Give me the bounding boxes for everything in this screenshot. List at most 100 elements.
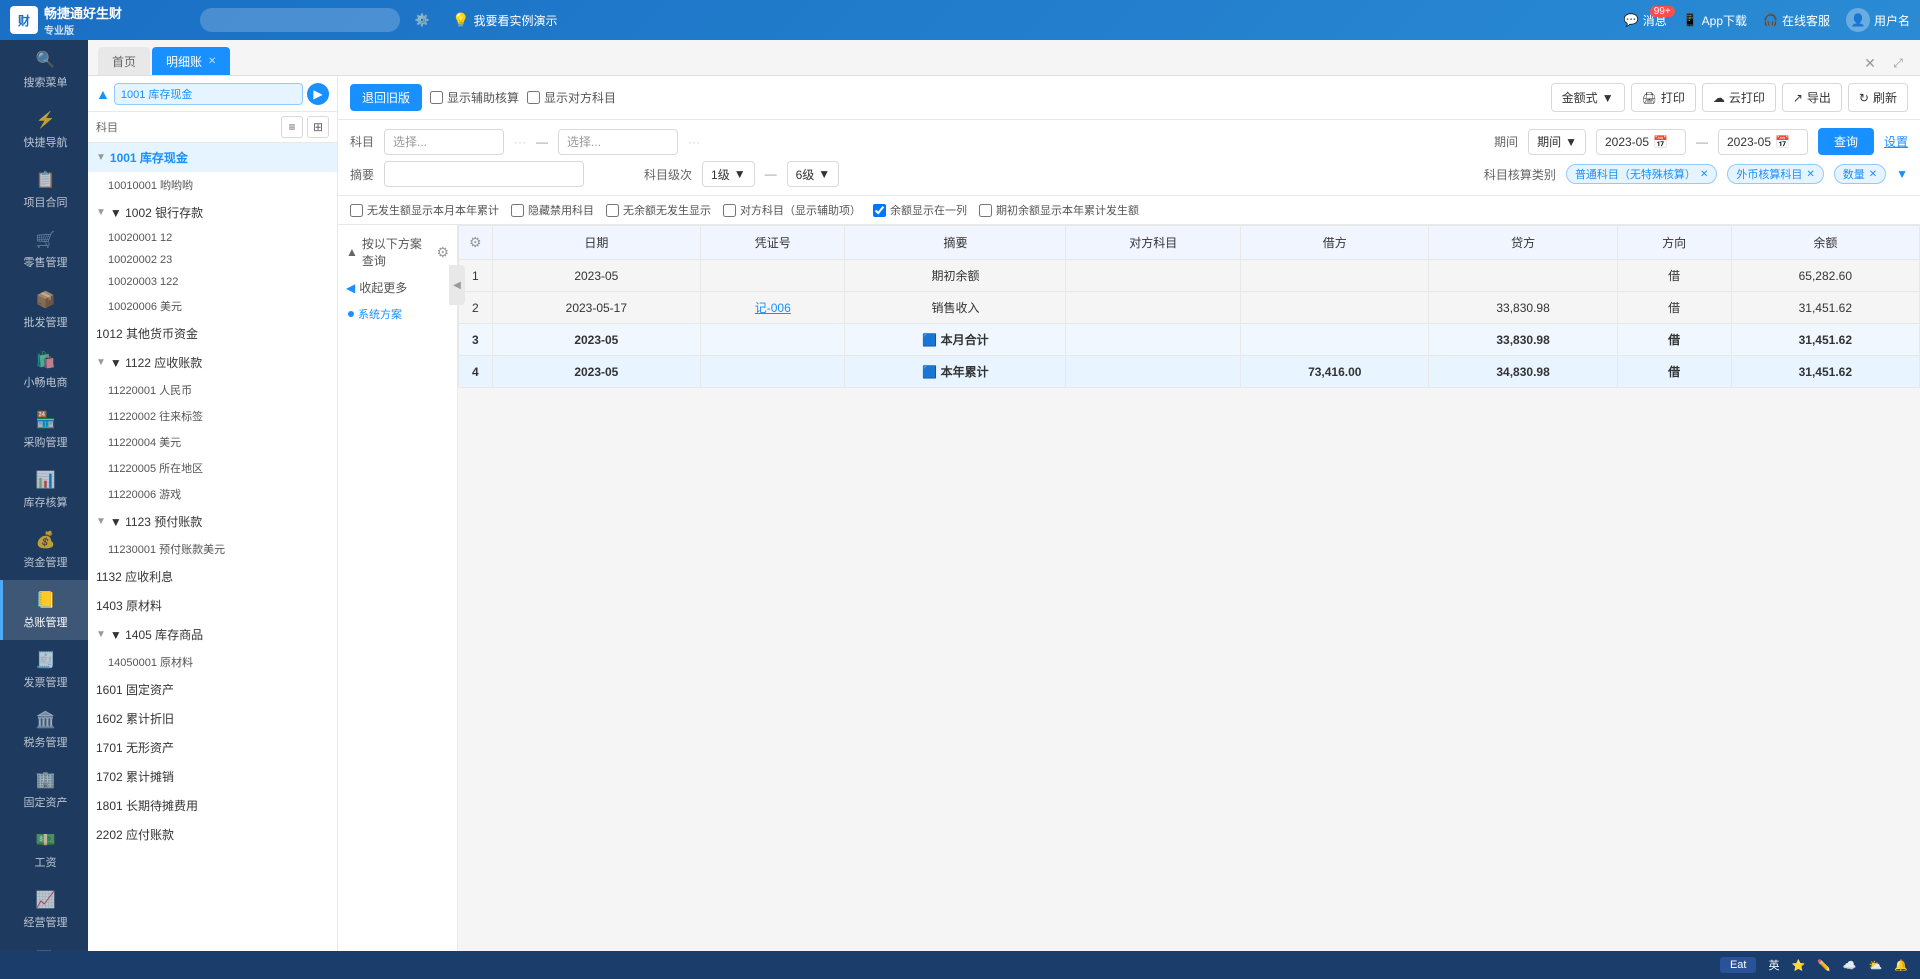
window-close-btn[interactable]: ✕ [1858, 51, 1882, 75]
cloud-print-btn[interactable]: ☁ 云打印 [1702, 83, 1776, 112]
account-item-1403[interactable]: 1403 原材料 [88, 591, 337, 620]
col-settings[interactable]: ⚙ [459, 226, 493, 260]
tag-chip-1[interactable]: 普通科目（无特殊核算） ✕ [1566, 164, 1717, 184]
sidebar-item-assets[interactable]: 🏢 固定资产 [0, 760, 88, 820]
account-item-1701[interactable]: 1701 无形资产 [88, 733, 337, 762]
sidebar-item-wholesale[interactable]: 📦 批发管理 [0, 280, 88, 340]
account-item-1405[interactable]: ▼ ▼ 1405 库存商品 [88, 620, 337, 649]
sidebar-item-search[interactable]: 🔍 搜索菜单 [0, 40, 88, 100]
sidebar-item-quick-nav[interactable]: ⚡ 快捷导航 [0, 100, 88, 160]
show-ytd-checkbox[interactable]: 期初余额显示本年累计发生额 [979, 202, 1139, 218]
sidebar-item-accounting[interactable]: 📒 总账管理 [0, 580, 88, 640]
level-from-select[interactable]: 1级 ▼ [702, 161, 755, 187]
account-item-11220002[interactable]: 11220002 往来标签 [88, 403, 337, 429]
level-to-select[interactable]: 6级 ▼ [787, 161, 840, 187]
sidebar-item-operations[interactable]: 📈 经营管理 [0, 880, 88, 940]
tag-chip-2[interactable]: 外币核算科目 ✕ [1727, 164, 1823, 184]
show-contra-checkbox[interactable]: 显示对方科目 [527, 89, 616, 106]
star-icon[interactable]: ⭐ [1791, 959, 1805, 972]
voucher-link[interactable]: 记-006 [755, 301, 791, 315]
app-download-btn[interactable]: 📱 App下载 [1683, 12, 1747, 29]
account-item-1002[interactable]: ▼ ▼ 1002 银行存款 [88, 198, 337, 227]
account-item-1012[interactable]: 1012 其他货币资金 [88, 319, 337, 348]
top-search-input[interactable] [200, 8, 400, 32]
summary-input[interactable] [384, 161, 584, 187]
account-header-tag[interactable]: 1001 库存现金 [114, 83, 303, 105]
query-settings-icon[interactable]: ⚙ [436, 244, 449, 261]
export-btn[interactable]: ↗ 导出 [1782, 83, 1842, 112]
eat-btn[interactable]: Eat [1720, 957, 1757, 973]
gear-icon[interactable]: ⚙ [469, 234, 482, 250]
period-to-input[interactable]: 2023-05 📅 [1718, 129, 1808, 155]
subject-filter-input[interactable]: 选择... [384, 129, 504, 155]
account-item-10010001[interactable]: 10010001 哟哟哟 [88, 172, 337, 198]
account-item-1001[interactable]: ▼ 1001 库存现金 [88, 143, 337, 172]
demo-link[interactable]: 💡 我要看实例演示 [452, 12, 557, 29]
sidebar-item-payroll[interactable]: 💵 工资 [0, 820, 88, 880]
back-old-version-btn[interactable]: 退回旧版 [350, 84, 422, 111]
hide-disabled-checkbox[interactable]: 隐藏禁用科目 [511, 202, 594, 218]
tab-detail[interactable]: 明细账 ✕ [152, 47, 230, 75]
no-balance-checkbox[interactable]: 无发生额显示本月本年累计 [350, 202, 499, 218]
sidebar-item-tax[interactable]: 🏛️ 税务管理 [0, 700, 88, 760]
sidebar-item-ecommerce[interactable]: 🛍️ 小畅电商 [0, 340, 88, 400]
account-nav-btn[interactable]: ▶ [307, 83, 329, 105]
account-item-1123[interactable]: ▼ ▼ 1123 预付账款 [88, 507, 337, 536]
cloud-icon[interactable]: ☁️ [1843, 959, 1857, 972]
account-item-10020002[interactable]: 10020002 23 [88, 249, 337, 271]
period-from-input[interactable]: 2023-05 📅 [1596, 129, 1686, 155]
collapse-handle[interactable]: ◀ [449, 265, 465, 305]
message-btn[interactable]: 💬 消息 99+ [1624, 12, 1667, 29]
dropdown-arrow-icon[interactable]: ▼ [1896, 167, 1908, 181]
collapse-arrow-btn[interactable]: ▲ [346, 245, 358, 259]
account-item-11220005[interactable]: 11220005 所在地区 [88, 455, 337, 481]
settings-icon[interactable]: ⚙️ [408, 6, 436, 34]
period-type-select[interactable]: 期间 ▼ [1528, 129, 1586, 155]
settings-link[interactable]: 设置 [1884, 133, 1908, 150]
account-item-11220001[interactable]: 11220001 人民币 [88, 377, 337, 403]
sidebar-item-project[interactable]: 📋 项目合同 [0, 160, 88, 220]
account-item-10020003[interactable]: 10020003 122 [88, 271, 337, 293]
account-item-10020001[interactable]: 10020001 12 [88, 227, 337, 249]
account-item-2202[interactable]: 2202 应付账款 [88, 820, 337, 849]
user-menu[interactable]: 👤 用户名 [1846, 8, 1910, 32]
tag-chip-3[interactable]: 数量 ✕ [1834, 164, 1886, 184]
tab-home[interactable]: 首页 [98, 47, 150, 75]
window-expand-btn[interactable]: ⤢ [1886, 51, 1910, 75]
sidebar-item-finance[interactable]: 💰 资金管理 [0, 520, 88, 580]
print-btn[interactable]: 🖨 打印 [1631, 83, 1696, 112]
tab-close-icon[interactable]: ✕ [208, 56, 216, 67]
tree-view-btn[interactable]: ⊞ [307, 116, 329, 138]
tag-close-icon[interactable]: ✕ [1700, 169, 1708, 180]
account-item-11220006[interactable]: 11220006 游戏 [88, 481, 337, 507]
account-item-1602[interactable]: 1602 累计折旧 [88, 704, 337, 733]
sidebar-item-purchase[interactable]: 🏪 采购管理 [0, 400, 88, 460]
search-btn[interactable]: 查询 [1818, 128, 1874, 155]
sidebar-item-retail[interactable]: 🛒 零售管理 [0, 220, 88, 280]
sidebar-item-inventory[interactable]: 📊 库存核算 [0, 460, 88, 520]
more-btn[interactable]: ◀ 收起更多 [346, 279, 449, 296]
account-item-11230001[interactable]: 11230001 预付账款美元 [88, 536, 337, 562]
sidebar-item-invoice[interactable]: 🧾 发票管理 [0, 640, 88, 700]
tag-close-icon[interactable]: ✕ [1806, 169, 1814, 180]
show-contra-checkbox2[interactable]: 对方科目（显示辅助项） [723, 202, 861, 218]
online-service-btn[interactable]: 🎧 在线客服 [1763, 12, 1830, 29]
system-option[interactable]: 系统方案 [346, 302, 449, 326]
account-item-10020006[interactable]: 10020006 美元 [88, 293, 337, 319]
bell-icon[interactable]: 🔔 [1894, 959, 1908, 972]
no-balance2-checkbox[interactable]: 无余额无发生显示 [606, 202, 711, 218]
top-search[interactable] [200, 8, 400, 32]
amount-format-btn[interactable]: 金额式 ▼ [1551, 83, 1625, 112]
account-item-14050001[interactable]: 14050001 原材料 [88, 649, 337, 675]
account-item-1132[interactable]: 1132 应收利息 [88, 562, 337, 591]
account-item-11220004[interactable]: 11220004 美元 [88, 429, 337, 455]
tag-close-icon[interactable]: ✕ [1869, 169, 1877, 180]
row-voucher[interactable]: 记-006 [701, 292, 845, 324]
refresh-btn[interactable]: ↻ 刷新 [1848, 83, 1908, 112]
account-item-1702[interactable]: 1702 累计摊销 [88, 762, 337, 791]
edit-icon[interactable]: ✏️ [1817, 959, 1831, 972]
subject-filter-input2[interactable]: 选择... [558, 129, 678, 155]
partly-cloudy-icon[interactable]: ⛅ [1869, 959, 1883, 972]
list-view-btn[interactable]: ≡ [281, 116, 303, 138]
account-item-1601[interactable]: 1601 固定资产 [88, 675, 337, 704]
